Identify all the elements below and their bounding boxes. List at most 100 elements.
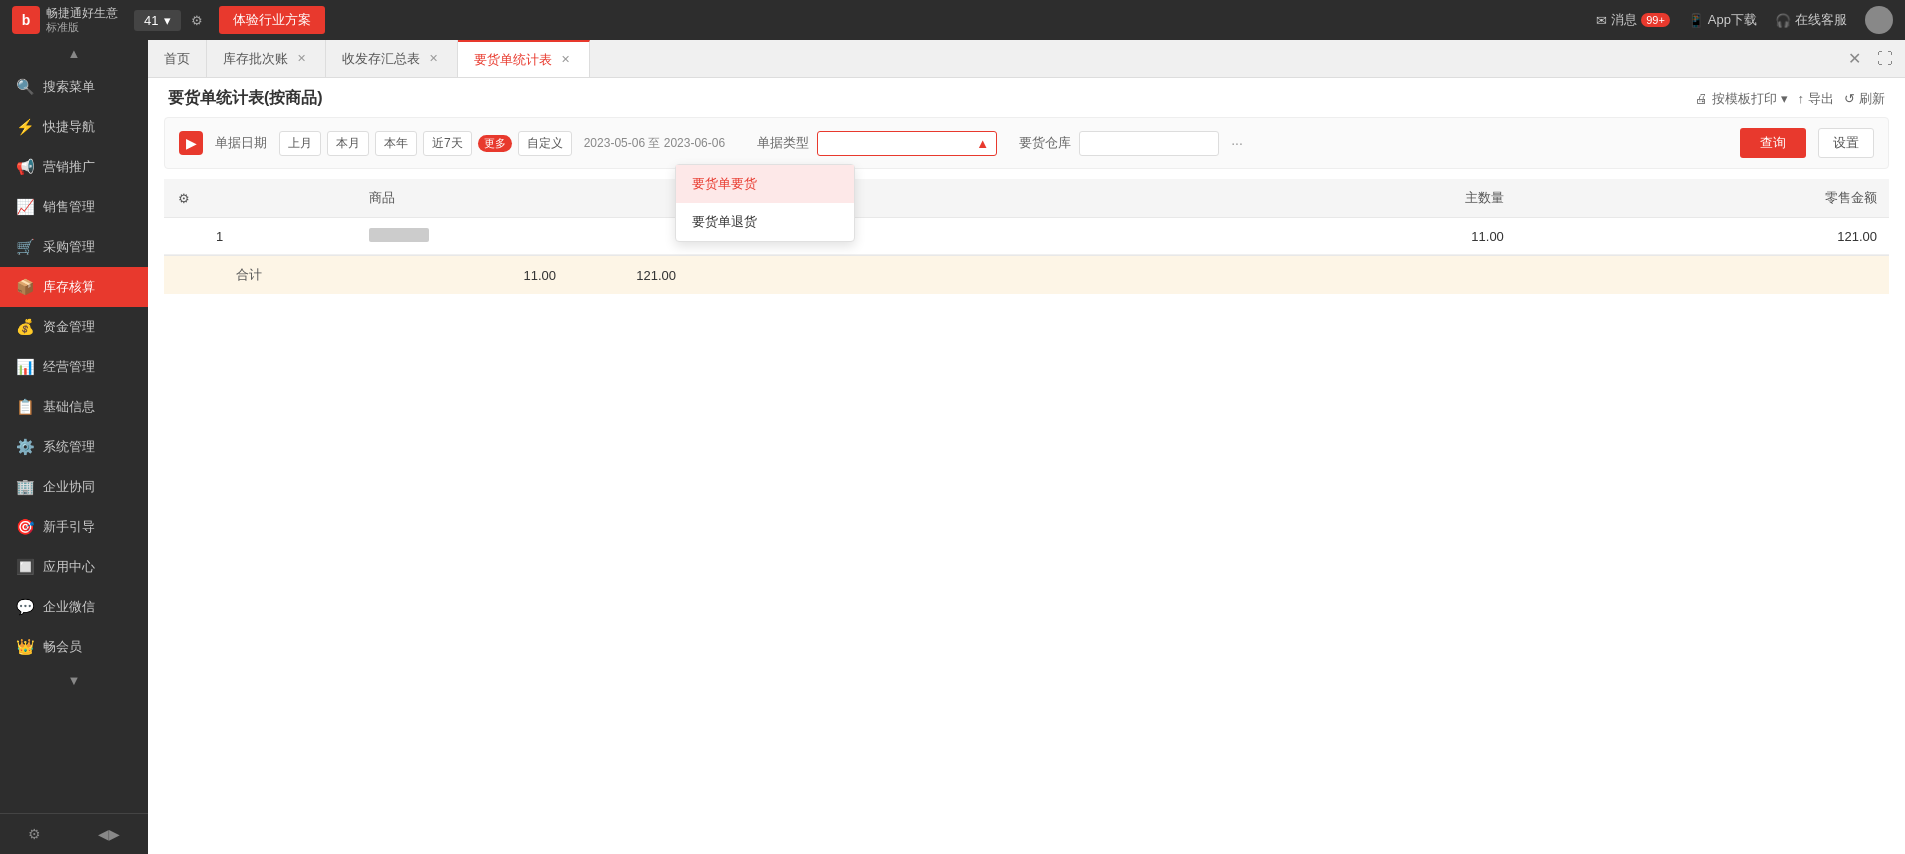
- col-settings[interactable]: ⚙: [164, 179, 204, 218]
- table-header-row: ⚙ 商品 主计量单位 主数量 零售金额: [164, 179, 1889, 218]
- sidebar-collapse-btn[interactable]: ◀▶: [90, 822, 128, 846]
- table-row: 1 块 11.00 121.00: [164, 218, 1889, 255]
- page-content: 要货单统计表(按商品) 🖨 按模板打印 ▾ ↑ 导出 ↺ 刷新: [148, 78, 1905, 854]
- tab-close-inventory-batch[interactable]: ✕: [294, 51, 309, 66]
- sidebar-scroll-down[interactable]: ▼: [0, 667, 148, 694]
- print-icon: 🖨: [1695, 91, 1708, 106]
- top-bar-right: ✉ 消息 99+ 📱 App下载 🎧 在线客服: [1596, 6, 1893, 34]
- sidebar-item-basic-info[interactable]: 📋 基础信息: [0, 387, 148, 427]
- sidebar-item-marketing[interactable]: 📢 营销推广: [0, 147, 148, 187]
- warehouse-filter-label: 要货仓库: [1019, 134, 1071, 152]
- sidebar-item-sales[interactable]: 📈 销售管理: [0, 187, 148, 227]
- date-recent-btn[interactable]: 近7天: [423, 131, 472, 156]
- col-qty: 主数量: [1207, 179, 1516, 218]
- export-btn[interactable]: ↑ 导出: [1798, 90, 1835, 108]
- sidebar-item-enterprise[interactable]: 🏢 企业协同: [0, 467, 148, 507]
- trial-button[interactable]: 体验行业方案: [219, 6, 325, 34]
- type-filter-input[interactable]: [817, 131, 997, 156]
- row-qty: 11.00: [1207, 218, 1516, 255]
- page-title-bar: 要货单统计表(按商品) 🖨 按模板打印 ▾ ↑ 导出 ↺ 刷新: [148, 78, 1905, 117]
- app-logo: b 畅捷通好生意 标准版: [12, 6, 118, 34]
- sidebar-bottom: ⚙ ◀▶: [0, 813, 148, 854]
- page-title: 要货单统计表(按商品): [168, 88, 323, 109]
- analytics-icon: 📊: [16, 358, 35, 376]
- sidebar-item-member[interactable]: 👑 畅会员: [0, 627, 148, 667]
- sidebar-item-purchase[interactable]: 🛒 采购管理: [0, 227, 148, 267]
- date-range-text: 2023-05-06 至 2023-06-06: [584, 135, 725, 152]
- sidebar-item-app-center[interactable]: 🔲 应用中心: [0, 547, 148, 587]
- grid-icon: 🔲: [16, 558, 35, 576]
- tab-order-summary[interactable]: 要货单统计表 ✕: [458, 40, 590, 77]
- row-sale-amount: 121.00: [1516, 218, 1889, 255]
- table-container: ⚙ 商品 主计量单位 主数量 零售金额 1: [164, 179, 1889, 255]
- tab-close-order-summary[interactable]: ✕: [558, 52, 573, 67]
- avatar[interactable]: [1865, 6, 1893, 34]
- date-custom-btn[interactable]: 自定义: [518, 131, 572, 156]
- type-filter-label: 单据类型: [757, 134, 809, 152]
- sidebar-item-shortcut[interactable]: ⚡ 快捷导航: [0, 107, 148, 147]
- query-button[interactable]: 查询: [1740, 128, 1806, 158]
- footer-qty: 11.00: [456, 268, 556, 283]
- message-icon: ✉: [1596, 13, 1607, 28]
- app-download-btn[interactable]: 📱 App下载: [1688, 11, 1757, 29]
- phone-icon: 📱: [1688, 13, 1704, 28]
- print-btn[interactable]: 🖨 按模板打印 ▾: [1695, 90, 1788, 108]
- tab-home[interactable]: 首页: [148, 40, 207, 77]
- refresh-btn[interactable]: ↺ 刷新: [1844, 90, 1885, 108]
- sidebar-item-system[interactable]: ⚙️ 系统管理: [0, 427, 148, 467]
- tab-expand-btn[interactable]: ⛶: [1873, 48, 1897, 70]
- sidebar-item-finance[interactable]: 💰 资金管理: [0, 307, 148, 347]
- tab-bar: 首页 库存批次账 ✕ 收发存汇总表 ✕ 要货单统计表 ✕ ✕ ⛶: [148, 40, 1905, 78]
- money-icon: 💰: [16, 318, 35, 336]
- row-seq: 1: [204, 218, 357, 255]
- store-selector[interactable]: 41 ▾: [134, 10, 181, 31]
- sidebar-settings-btn[interactable]: ⚙: [20, 822, 49, 846]
- col-sale-amount: 零售金额: [1516, 179, 1889, 218]
- tab-inventory-batch[interactable]: 库存批次账 ✕: [207, 40, 326, 77]
- filter-type-section: 单据类型 ▲: [757, 131, 997, 156]
- date-year-btn[interactable]: 本年: [375, 131, 417, 156]
- table-footer: 合计 11.00 121.00: [164, 255, 1889, 294]
- sidebar-item-guide[interactable]: 🎯 新手引导: [0, 507, 148, 547]
- type-filter-arrow-icon[interactable]: ▲: [976, 136, 989, 151]
- warehouse-section: 要货仓库 ···: [1019, 131, 1243, 156]
- export-icon: ↑: [1798, 91, 1805, 106]
- footer-label: 合计: [176, 266, 356, 284]
- goods-name-blurred: [369, 228, 429, 242]
- megaphone-icon: 📢: [16, 158, 35, 176]
- filter-expand-btn[interactable]: ▶: [179, 131, 203, 155]
- sidebar-scroll-up[interactable]: ▲: [0, 40, 148, 67]
- cart-icon: 🛒: [16, 238, 35, 256]
- row-settings: [164, 218, 204, 255]
- date-more-badge[interactable]: 更多: [478, 135, 512, 152]
- sidebar-item-operations[interactable]: 📊 经营管理: [0, 347, 148, 387]
- dropdown-item-order-return[interactable]: 要货单退货: [676, 203, 854, 241]
- target-icon: 🎯: [16, 518, 35, 536]
- settings-button[interactable]: 设置: [1818, 128, 1874, 158]
- sidebar: ▲ 🔍 搜索菜单 ⚡ 快捷导航 📢 营销推广 📈 销售管理 🛒 采购管理 📦 库…: [0, 40, 148, 854]
- warehouse-filter-input[interactable]: [1079, 131, 1219, 156]
- sidebar-item-wechat[interactable]: 💬 企业微信: [0, 587, 148, 627]
- app-brand: 畅捷通好生意 标准版: [46, 6, 118, 34]
- messages-btn[interactable]: ✉ 消息 99+: [1596, 11, 1670, 29]
- top-bar: b 畅捷通好生意 标准版 41 ▾ ⚙ 体验行业方案 ✉ 消息 99+ 📱 Ap…: [0, 0, 1905, 40]
- sidebar-item-search[interactable]: 🔍 搜索菜单: [0, 67, 148, 107]
- dropdown-item-order-goods[interactable]: 要货单要货: [676, 165, 854, 203]
- date-curr-btn[interactable]: 本月: [327, 131, 369, 156]
- tab-close-receivable-summary[interactable]: ✕: [426, 51, 441, 66]
- settings-gear-icon[interactable]: ⚙: [191, 13, 203, 28]
- box-icon: 📦: [16, 278, 35, 296]
- filter-bar: ▶ 单据日期 上月 本月 本年 近7天 更多 自定义 2023-05-06 至 …: [164, 117, 1889, 169]
- chevron-down-icon: ▾: [164, 13, 171, 28]
- type-dropdown: 要货单要货 要货单退货: [675, 164, 855, 242]
- sidebar-item-inventory[interactable]: 📦 库存核算: [0, 267, 148, 307]
- date-prev-btn[interactable]: 上月: [279, 131, 321, 156]
- messages-badge: 99+: [1641, 13, 1670, 27]
- page-actions: 🖨 按模板打印 ▾ ↑ 导出 ↺ 刷新: [1695, 90, 1886, 108]
- warehouse-more-btn[interactable]: ···: [1231, 135, 1243, 151]
- tab-receivable-summary[interactable]: 收发存汇总表 ✕: [326, 40, 458, 77]
- tab-close-all-btn[interactable]: ✕: [1844, 47, 1865, 70]
- footer-sale-amount: 121.00: [576, 268, 676, 283]
- main-layout: ▲ 🔍 搜索菜单 ⚡ 快捷导航 📢 营销推广 📈 销售管理 🛒 采购管理 📦 库…: [0, 40, 1905, 854]
- online-service-btn[interactable]: 🎧 在线客服: [1775, 11, 1847, 29]
